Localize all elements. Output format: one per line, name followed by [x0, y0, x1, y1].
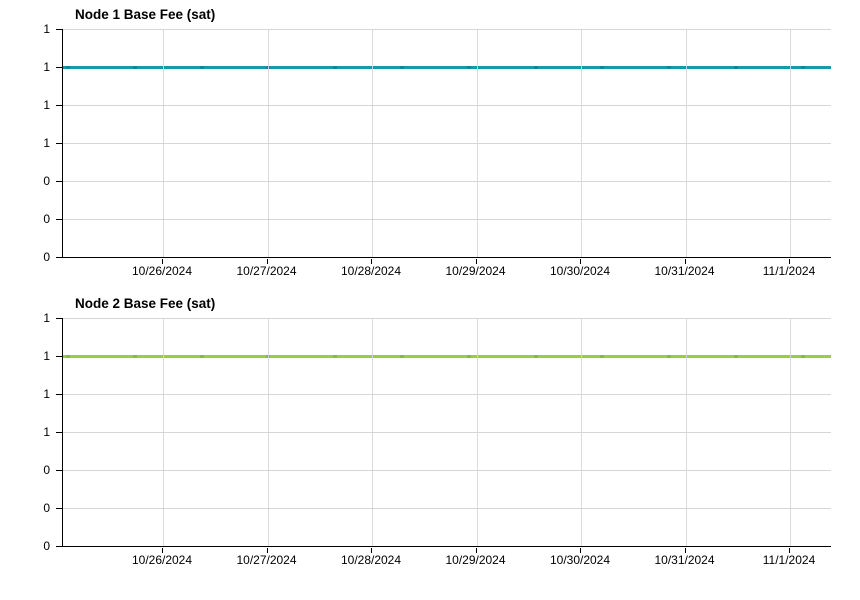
gridline-vertical: [581, 318, 582, 546]
plot-area: [62, 318, 831, 547]
gridline-vertical: [686, 29, 687, 257]
gridline-horizontal: [63, 181, 831, 182]
y-tick-label: 0: [24, 212, 50, 227]
data-point-marker: [333, 355, 337, 358]
gridline-vertical: [477, 318, 478, 546]
data-point-marker: [734, 355, 738, 358]
y-tick-mark: [56, 105, 62, 106]
y-tick-label: 0: [24, 501, 50, 516]
x-tick-label: 10/30/2024: [550, 553, 610, 567]
x-tick-label: 10/29/2024: [445, 553, 505, 567]
y-tick-mark: [56, 546, 62, 547]
y-tick-mark: [56, 181, 62, 182]
plot-area: [62, 29, 831, 258]
data-point-marker: [200, 355, 204, 358]
y-tick-mark: [56, 67, 62, 68]
gridline-vertical: [268, 318, 269, 546]
chart-node-2-base-fee: Node 2 Base Fee (sat) 1 1 1 1 0 0 0 10/26/2024 1…: [0, 289, 860, 579]
series-line: [63, 355, 831, 358]
x-tick-label: 10/26/2024: [132, 553, 192, 567]
data-point-marker: [333, 66, 337, 69]
chart-node-1-base-fee: Node 1 Base Fee (sat) 1 1 1 1 0 0 0 10/26/2024 1…: [0, 0, 860, 290]
gridline-horizontal: [63, 143, 831, 144]
y-tick-label: 1: [24, 349, 50, 364]
y-tick-mark: [56, 508, 62, 509]
gridline-horizontal: [63, 432, 831, 433]
y-tick-mark: [56, 318, 62, 319]
x-tick-label: 11/1/2024: [763, 264, 816, 278]
gridline-vertical: [372, 29, 373, 257]
y-tick-mark: [56, 143, 62, 144]
x-tick-label: 10/28/2024: [341, 264, 401, 278]
y-tick-label: 1: [24, 425, 50, 440]
y-tick-mark: [56, 470, 62, 471]
data-point-marker: [534, 66, 538, 69]
x-tick-label: 10/28/2024: [341, 553, 401, 567]
gridline-vertical: [372, 318, 373, 546]
gridline-vertical: [686, 318, 687, 546]
data-point-marker: [200, 66, 204, 69]
y-tick-label: 1: [24, 311, 50, 326]
y-tick-mark: [56, 219, 62, 220]
data-point-marker: [600, 66, 604, 69]
x-tick-label: 11/1/2024: [763, 553, 816, 567]
chart-title: Node 1 Base Fee (sat): [75, 6, 215, 23]
y-tick-label: 1: [24, 60, 50, 75]
data-point-marker: [133, 355, 137, 358]
y-tick-mark: [56, 257, 62, 258]
charts-dashboard: Node 1 Base Fee (sat) 1 1 1 1 0 0 0 10/26/2024 1…: [0, 0, 860, 600]
x-tick-label: 10/27/2024: [236, 264, 296, 278]
gridline-vertical: [790, 29, 791, 257]
y-tick-label: 1: [24, 136, 50, 151]
y-tick-label: 0: [24, 250, 50, 265]
gridline-vertical: [581, 29, 582, 257]
gridline-horizontal: [63, 394, 831, 395]
gridline-horizontal: [63, 470, 831, 471]
data-point-marker: [667, 66, 671, 69]
gridline-horizontal: [63, 219, 831, 220]
data-point-marker: [801, 355, 805, 358]
data-point-marker: [534, 355, 538, 358]
y-tick-mark: [56, 394, 62, 395]
y-tick-mark: [56, 29, 62, 30]
y-tick-label: 1: [24, 387, 50, 402]
y-tick-label: 0: [24, 539, 50, 554]
data-point-marker: [467, 355, 471, 358]
gridline-vertical: [163, 318, 164, 546]
y-tick-mark: [56, 356, 62, 357]
y-tick-label: 1: [24, 98, 50, 113]
y-tick-mark: [56, 432, 62, 433]
data-point-marker: [400, 66, 404, 69]
gridline-horizontal: [63, 29, 831, 30]
series-line: [63, 66, 831, 69]
x-tick-label: 10/29/2024: [445, 264, 505, 278]
y-tick-label: 0: [24, 463, 50, 478]
gridline-vertical: [790, 318, 791, 546]
data-point-marker: [734, 66, 738, 69]
data-point-marker: [133, 66, 137, 69]
data-point-marker: [600, 355, 604, 358]
gridline-vertical: [268, 29, 269, 257]
y-tick-label: 0: [24, 174, 50, 189]
x-tick-label: 10/27/2024: [236, 553, 296, 567]
x-tick-label: 10/31/2024: [654, 264, 714, 278]
data-point-marker: [667, 355, 671, 358]
gridline-horizontal: [63, 318, 831, 319]
x-tick-label: 10/30/2024: [550, 264, 610, 278]
chart-title: Node 2 Base Fee (sat): [75, 295, 215, 312]
x-tick-label: 10/26/2024: [132, 264, 192, 278]
gridline-horizontal: [63, 508, 831, 509]
data-point-marker: [66, 355, 70, 358]
y-tick-label: 1: [24, 22, 50, 37]
data-point-marker: [400, 355, 404, 358]
x-tick-label: 10/31/2024: [654, 553, 714, 567]
data-point-marker: [66, 66, 70, 69]
data-point-marker: [801, 66, 805, 69]
data-point-marker: [467, 66, 471, 69]
gridline-vertical: [477, 29, 478, 257]
gridline-vertical: [163, 29, 164, 257]
gridline-horizontal: [63, 105, 831, 106]
